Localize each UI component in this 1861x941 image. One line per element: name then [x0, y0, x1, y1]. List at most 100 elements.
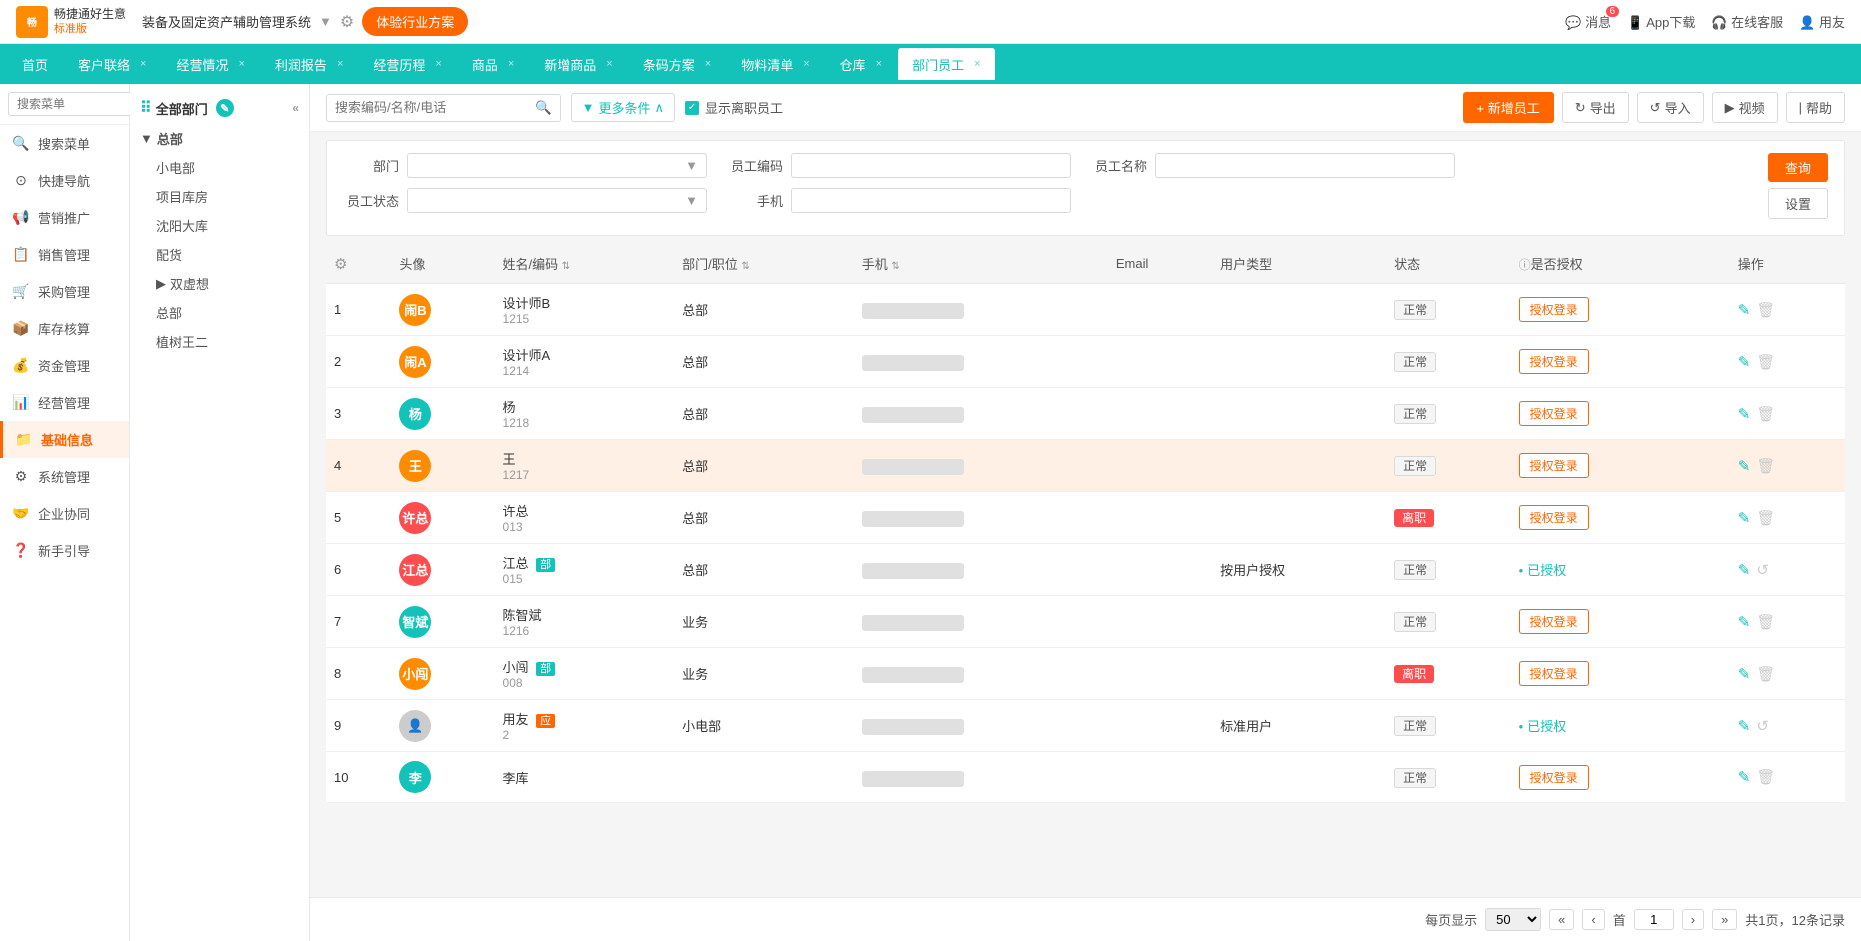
col-phone[interactable]: 手机 ⇅ — [854, 244, 1108, 284]
last-page-button[interactable]: » — [1712, 909, 1737, 930]
dept-node-shuangxu[interactable]: ▶ 双虚想 — [130, 269, 309, 298]
close-icon[interactable]: × — [140, 58, 146, 70]
tab-process[interactable]: 经营历程 × — [359, 48, 455, 80]
emp-code-input[interactable] — [791, 153, 1071, 178]
settings-icon[interactable]: ⚙ — [340, 12, 354, 32]
delete-icon[interactable]: 🗑 — [1756, 301, 1775, 319]
add-employee-button[interactable]: + 新增员工 — [1463, 92, 1554, 123]
sidebar-item-operations[interactable]: 📊 经营管理 — [0, 384, 129, 421]
trial-button[interactable]: 体验行业方案 — [362, 7, 468, 36]
phone-input[interactable] — [791, 188, 1071, 213]
close-icon[interactable]: × — [803, 58, 809, 70]
tab-barcode[interactable]: 条码方案 × — [629, 48, 725, 80]
tab-profit[interactable]: 利润报告 × — [261, 48, 357, 80]
sidebar-item-sales[interactable]: 📋 销售管理 — [0, 236, 129, 273]
search-button[interactable]: 查询 — [1768, 153, 1828, 182]
online-service[interactable]: 🎧 在线客服 — [1711, 12, 1783, 31]
delete-icon[interactable]: ↺ — [1756, 717, 1769, 735]
col-settings[interactable]: ⚙ — [326, 244, 391, 284]
delete-icon[interactable]: 🗑 — [1756, 457, 1775, 475]
column-settings-icon[interactable]: ⚙ — [334, 256, 347, 273]
dept-node-zongbu[interactable]: 总部 — [130, 298, 309, 327]
auth-button[interactable]: 授权登录 — [1519, 505, 1589, 530]
edit-icon[interactable]: ✎ — [1738, 457, 1751, 475]
delete-icon[interactable]: 🗑 — [1756, 665, 1775, 683]
dept-node-parent[interactable]: ▼ 总部 — [130, 124, 309, 153]
first-page-button[interactable]: « — [1549, 909, 1574, 930]
status-select[interactable]: ▼ — [407, 188, 707, 213]
tab-warehouse[interactable]: 仓库 × — [826, 48, 896, 80]
tab-department[interactable]: 部门员工 × — [898, 48, 994, 80]
sidebar-item-marketing[interactable]: 📢 营销推广 — [0, 199, 129, 236]
collapse-icon[interactable]: « — [292, 101, 299, 115]
tab-new-goods[interactable]: 新增商品 × — [530, 48, 626, 80]
sidebar-item-search[interactable]: 🔍 搜索菜单 — [0, 125, 129, 162]
edit-icon[interactable]: ✎ — [1738, 768, 1751, 786]
dept-node-peihuo[interactable]: 配货 — [130, 240, 309, 269]
edit-icon[interactable]: ✎ — [1738, 561, 1751, 579]
close-icon[interactable]: × — [508, 58, 514, 70]
close-icon[interactable]: × — [876, 58, 882, 70]
dept-node-zhishu[interactable]: 植树王二 — [130, 327, 309, 356]
export-button[interactable]: ↻ 导出 — [1562, 92, 1629, 123]
delete-icon[interactable]: 🗑 — [1756, 353, 1775, 371]
sidebar-item-guide[interactable]: ❓ 新手引导 — [0, 532, 129, 569]
sidebar-item-quicknav[interactable]: ⊙ 快捷导航 — [0, 162, 129, 199]
delete-icon[interactable]: 🗑 — [1756, 509, 1775, 527]
import-button[interactable]: ↺ 导入 — [1637, 92, 1704, 123]
delete-icon[interactable]: 🗑 — [1756, 613, 1775, 631]
tab-customer[interactable]: 客户联络 × — [64, 48, 160, 80]
col-name[interactable]: 姓名/编码 ⇅ — [495, 244, 675, 284]
col-dept[interactable]: 部门/职位 ⇅ — [674, 244, 854, 284]
sidebar-item-basicinfo[interactable]: 📁 基础信息 — [0, 421, 129, 458]
edit-icon[interactable]: ✎ — [1738, 613, 1751, 631]
sidebar-item-purchase[interactable]: 🛒 采购管理 — [0, 273, 129, 310]
dept-node-xiangmu[interactable]: 项目库房 — [130, 182, 309, 211]
dept-node-shenyang[interactable]: 沈阳大库 — [130, 211, 309, 240]
user-avatar[interactable]: 👤 用友 — [1799, 12, 1845, 31]
prev-page-button[interactable]: ‹ — [1582, 909, 1604, 930]
message-icon-wrap[interactable]: 💬 6 消息 — [1565, 12, 1611, 31]
close-icon[interactable]: × — [974, 58, 980, 70]
tab-operation[interactable]: 经营情况 × — [162, 48, 258, 80]
sidebar-item-system[interactable]: ⚙ 系统管理 — [0, 458, 129, 495]
dept-node-xiaodian[interactable]: 小电部 — [130, 153, 309, 182]
view-button[interactable]: ▶ 视频 — [1712, 92, 1778, 123]
delete-icon[interactable]: 🗑 — [1756, 768, 1775, 786]
edit-dept-icon[interactable]: ✎ — [216, 99, 234, 117]
edit-icon[interactable]: ✎ — [1738, 405, 1751, 423]
close-icon[interactable]: × — [606, 58, 612, 70]
edit-icon[interactable]: ✎ — [1738, 353, 1751, 371]
help-button[interactable]: | 帮助 — [1786, 92, 1845, 123]
employee-search-button[interactable]: 🔍 — [527, 95, 560, 121]
delete-icon[interactable]: 🗑 — [1756, 405, 1775, 423]
tab-goods[interactable]: 商品 × — [458, 48, 528, 80]
auth-button[interactable]: 授权登录 — [1519, 401, 1589, 426]
close-icon[interactable]: × — [435, 58, 441, 70]
edit-icon[interactable]: ✎ — [1738, 509, 1751, 527]
auth-button[interactable]: 授权登录 — [1519, 297, 1589, 322]
sidebar-item-collab[interactable]: 🤝 企业协同 — [0, 495, 129, 532]
edit-icon[interactable]: ✎ — [1738, 665, 1751, 683]
edit-icon[interactable]: ✎ — [1738, 301, 1751, 319]
next-page-button[interactable]: › — [1682, 909, 1704, 930]
tab-home[interactable]: 首页 — [8, 48, 62, 80]
close-icon[interactable]: × — [705, 58, 711, 70]
page-number-input[interactable] — [1634, 909, 1674, 930]
sidebar-item-finance[interactable]: 💰 资金管理 — [0, 347, 129, 384]
close-icon[interactable]: × — [337, 58, 343, 70]
per-page-select[interactable]: 50 100 — [1485, 908, 1541, 931]
emp-name-input[interactable] — [1155, 153, 1455, 178]
close-icon[interactable]: × — [238, 58, 244, 70]
employee-search-input[interactable] — [327, 95, 527, 120]
edit-icon[interactable]: ✎ — [1738, 717, 1751, 735]
auth-button[interactable]: 授权登录 — [1519, 661, 1589, 686]
auth-button[interactable]: 授权登录 — [1519, 609, 1589, 634]
auth-button[interactable]: 授权登录 — [1519, 765, 1589, 790]
delete-icon[interactable]: ↺ — [1756, 561, 1769, 579]
dropdown-arrow-icon[interactable]: ▼ — [319, 14, 332, 29]
sidebar-item-inventory[interactable]: 📦 库存核算 — [0, 310, 129, 347]
show-former-employee[interactable]: ✓ 显示离职员工 — [685, 98, 783, 117]
reset-button[interactable]: 设置 — [1768, 188, 1828, 219]
tab-bom[interactable]: 物料清单 × — [727, 48, 823, 80]
